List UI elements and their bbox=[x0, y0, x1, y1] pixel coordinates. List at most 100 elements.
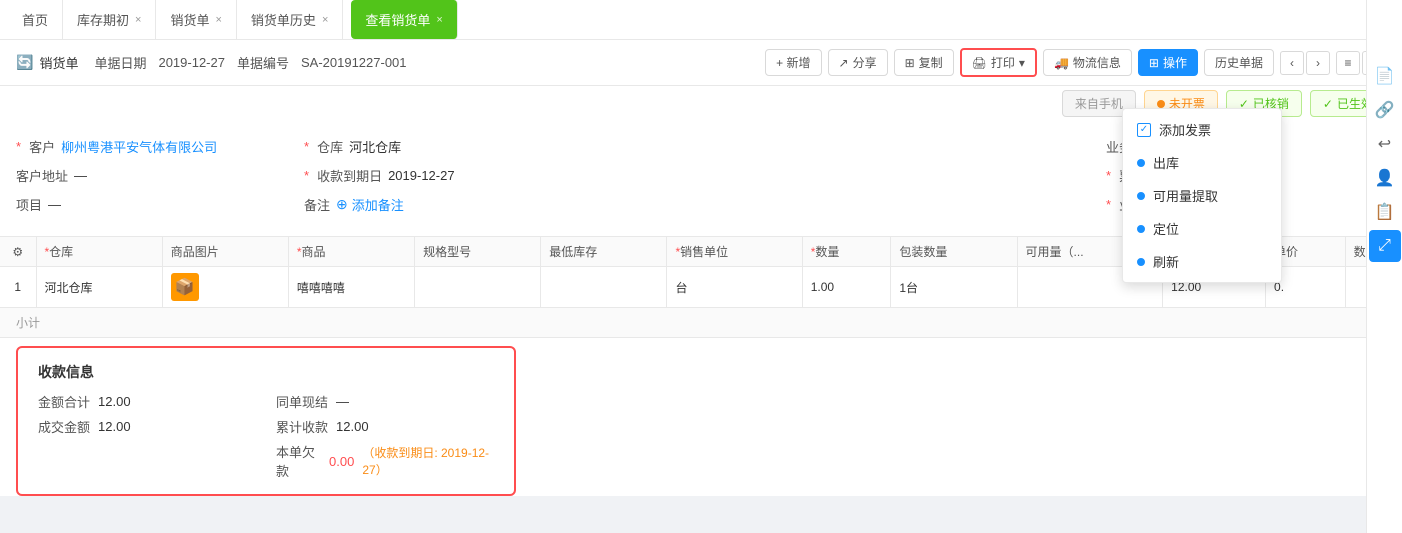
due-date-value: 2019-12-27 bbox=[388, 168, 455, 183]
cumulative-label: 累计收款 bbox=[276, 417, 328, 436]
print-icon: 🖨 bbox=[972, 56, 987, 70]
add-invoice-label: 添加发票 bbox=[1159, 120, 1211, 139]
th-settings[interactable]: ⚙ bbox=[0, 237, 36, 267]
warehouse-required: * bbox=[304, 139, 309, 154]
th-unit: *销售单位 bbox=[667, 237, 802, 267]
payment-grid: 金额合计 12.00 同单现结 — 成交金额 12.00 累计收款 12.00 … bbox=[38, 392, 494, 480]
project-field: 项目 — bbox=[16, 195, 296, 214]
total-amount-label: 金额合计 bbox=[38, 392, 90, 411]
tab-inventory-close[interactable]: × bbox=[135, 14, 141, 26]
logistics-button[interactable]: 🚚 物流信息 bbox=[1043, 49, 1132, 76]
customer-field: * 客户 柳州粤港平安气体有限公司 bbox=[16, 137, 296, 156]
th-quantity: *数量 bbox=[802, 237, 891, 267]
date-label: 单据日期 bbox=[94, 53, 146, 72]
next-arrow[interactable]: › bbox=[1306, 51, 1330, 75]
sidebar-return-icon[interactable]: ↩ bbox=[1369, 128, 1401, 160]
add-note-btn[interactable]: ⊕ 添加备注 bbox=[336, 195, 404, 214]
share-button[interactable]: ↗ 分享 bbox=[828, 49, 888, 76]
nav-arrows: ‹ › bbox=[1280, 51, 1330, 75]
address-field: 客户地址 — bbox=[16, 166, 296, 185]
history-button[interactable]: 历史单据 bbox=[1204, 49, 1274, 76]
tab-sales-order[interactable]: 销货单 × bbox=[156, 0, 236, 39]
transaction-label: 成交金额 bbox=[38, 417, 90, 436]
locate-dot bbox=[1137, 225, 1145, 233]
sidebar-doc-icon[interactable]: 📄 bbox=[1369, 60, 1401, 92]
th-min-stock: 最低库存 bbox=[541, 237, 667, 267]
tab-bar: 首页 库存期初 × 销货单 × 销货单历史 × 查看销货单 × × bbox=[0, 0, 1402, 40]
cumulative-value: 12.00 bbox=[336, 419, 369, 434]
subtotal-label: 小计 bbox=[0, 308, 1402, 338]
outbound-dot bbox=[1137, 159, 1145, 167]
same-order-label: 同单现结 bbox=[276, 392, 328, 411]
logistics-label: 物流信息 bbox=[1073, 54, 1121, 71]
dropdown-outbound[interactable]: 出库 bbox=[1123, 146, 1281, 179]
operate-label: 操作 bbox=[1163, 54, 1187, 71]
add-invoice-icon: ✓ bbox=[1137, 123, 1151, 137]
list-view-btn[interactable]: ≡ bbox=[1336, 51, 1360, 75]
dropdown-add-invoice[interactable]: ✓ 添加发票 bbox=[1123, 113, 1281, 146]
tab-sales-history[interactable]: 销货单历史 × bbox=[237, 0, 343, 39]
row-product-img: 📦 bbox=[162, 267, 288, 308]
th-pack-qty: 包装数量 bbox=[891, 237, 1017, 267]
sidebar-user-icon[interactable]: 👤 bbox=[1369, 162, 1401, 194]
dropdown-refresh[interactable]: 刷新 bbox=[1123, 245, 1281, 278]
refresh-label: 刷新 bbox=[1153, 252, 1179, 271]
due-date-required: * bbox=[304, 168, 309, 183]
print-button[interactable]: 🖨 打印 ▾ bbox=[960, 48, 1037, 77]
operate-button[interactable]: ⊞ 操作 bbox=[1138, 49, 1198, 76]
warehouse-value: 河北仓库 bbox=[349, 137, 401, 156]
logistics-icon: 🚚 bbox=[1054, 56, 1069, 70]
row-quantity: 1.00 bbox=[802, 267, 891, 308]
right-sidebar: 📄 🔗 ↩ 👤 📋 ⤢ bbox=[1366, 0, 1402, 533]
cumulative-item: 累计收款 12.00 bbox=[276, 417, 494, 436]
dropdown-menu: ✓ 添加发票 出库 可用量提取 定位 刷新 bbox=[1122, 108, 1282, 283]
tab-inventory-label: 库存期初 bbox=[77, 10, 129, 29]
due-date-field: * 收款到期日 2019-12-27 bbox=[304, 166, 584, 185]
history-label: 历史单据 bbox=[1215, 54, 1263, 71]
doc-header: 🔄 销货单 单据日期 2019-12-27 单据编号 SA-20191227-0… bbox=[0, 40, 1402, 86]
sidebar-expand-icon[interactable]: ⤢ bbox=[1369, 230, 1401, 262]
copy-label: 复制 bbox=[919, 54, 943, 71]
outbound-label: 出库 bbox=[1153, 153, 1179, 172]
prev-arrow[interactable]: ‹ bbox=[1280, 51, 1304, 75]
print-arrow: ▾ bbox=[1019, 56, 1025, 70]
sidebar-clipboard-icon[interactable]: 📋 bbox=[1369, 196, 1401, 228]
customer-label: 客户 bbox=[29, 137, 55, 156]
tab-home[interactable]: 首页 bbox=[8, 0, 63, 39]
print-label: 打印 bbox=[991, 54, 1015, 71]
transaction-item: 成交金额 12.00 bbox=[38, 417, 256, 436]
address-label: 客户地址 bbox=[16, 166, 68, 185]
available-dot bbox=[1137, 192, 1145, 200]
tab-view-sales[interactable]: 查看销货单 × bbox=[351, 0, 457, 39]
doc-meta: 单据日期 2019-12-27 单据编号 SA-20191227-001 bbox=[94, 53, 410, 72]
total-amount-value: 12.00 bbox=[98, 394, 131, 409]
tab-sales-close[interactable]: × bbox=[215, 14, 221, 26]
doc-type: 销货单 bbox=[39, 53, 78, 72]
copy-button[interactable]: ⊞ 复制 bbox=[894, 49, 954, 76]
tab-inventory-init[interactable]: 库存期初 × bbox=[63, 0, 156, 39]
doc-actions: + 新增 ↗ 分享 ⊞ 复制 🖨 打印 ▾ 🚚 物流信息 ⊞ 操作 bbox=[765, 48, 1386, 77]
add-note-icon: ⊕ bbox=[336, 196, 348, 213]
current-due-value: 0.00 bbox=[329, 454, 354, 469]
tab-history-close[interactable]: × bbox=[322, 14, 328, 26]
current-due-item: 本单欠款 0.00 （收款到期日: 2019-12-27） bbox=[276, 442, 494, 480]
tab-home-label: 首页 bbox=[22, 10, 48, 29]
locate-label: 定位 bbox=[1153, 219, 1179, 238]
dropdown-available-pickup[interactable]: 可用量提取 bbox=[1123, 179, 1281, 212]
current-due-label: 本单欠款 bbox=[276, 442, 321, 480]
sidebar-link-icon[interactable]: 🔗 bbox=[1369, 94, 1401, 126]
payment-box: 收款信息 金额合计 12.00 同单现结 — 成交金额 12.00 累计收款 1… bbox=[16, 346, 516, 496]
copy-icon: ⊞ bbox=[905, 56, 915, 70]
th-warehouse: *仓库 bbox=[36, 237, 162, 267]
product-image: 📦 bbox=[171, 273, 199, 301]
row-min-stock bbox=[541, 267, 667, 308]
doc-header-left: 🔄 销货单 单据日期 2019-12-27 单据编号 SA-20191227-0… bbox=[16, 53, 411, 72]
customer-value[interactable]: 柳州粤港平安气体有限公司 bbox=[61, 137, 217, 156]
row-spec bbox=[415, 267, 541, 308]
tab-view-sales-close[interactable]: × bbox=[436, 14, 442, 26]
same-order-value: — bbox=[336, 394, 349, 409]
effective-check: ✓ bbox=[1323, 97, 1333, 111]
dropdown-locate[interactable]: 定位 bbox=[1123, 212, 1281, 245]
not-open-dot bbox=[1157, 100, 1165, 108]
new-button[interactable]: + 新增 bbox=[765, 49, 821, 76]
